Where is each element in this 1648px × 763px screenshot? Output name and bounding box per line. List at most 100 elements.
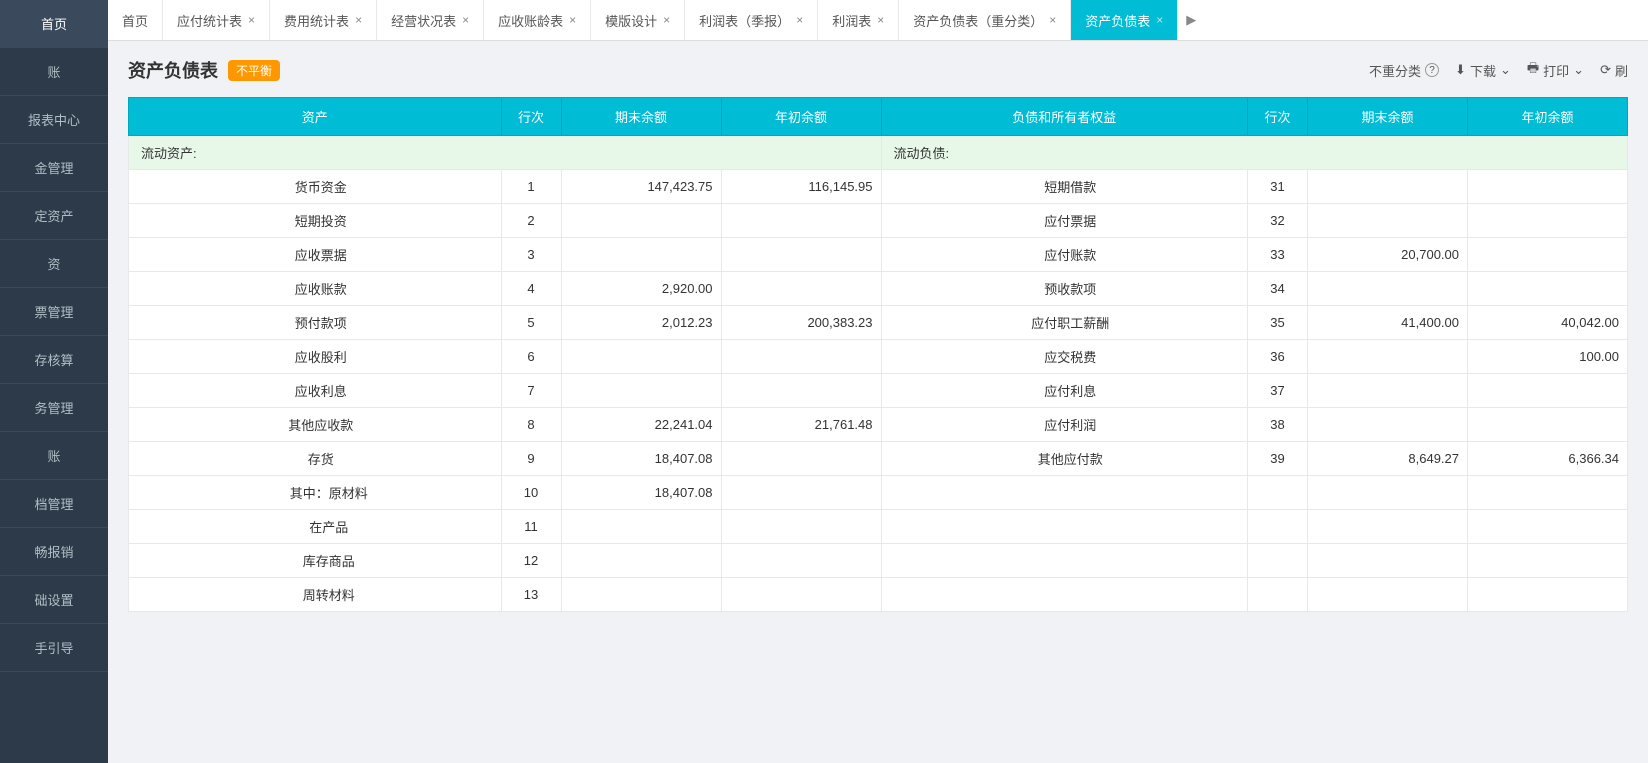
left-beginning-balance[interactable] bbox=[721, 510, 881, 544]
tab-profit-quarterly[interactable]: 利润表（季报） × bbox=[685, 0, 818, 40]
right-beginning-balance[interactable] bbox=[1468, 374, 1628, 408]
tab-receivable-aging[interactable]: 应收账龄表 × bbox=[484, 0, 591, 40]
left-ending-balance[interactable]: 18,407.08 bbox=[561, 442, 721, 476]
sidebar-item-invoice[interactable]: 票管理 bbox=[0, 288, 108, 336]
sidebar-item-expense[interactable]: 畅报销 bbox=[0, 528, 108, 576]
sidebar-item-home[interactable]: 首页 bbox=[0, 0, 108, 48]
right-beginning-balance[interactable] bbox=[1468, 272, 1628, 306]
left-ending-balance[interactable] bbox=[561, 544, 721, 578]
table-row[interactable]: 应收账款 4 2,920.00 预收款项 34 bbox=[129, 272, 1628, 306]
tab-expense-stats[interactable]: 费用统计表 × bbox=[270, 0, 377, 40]
left-ending-balance[interactable]: 147,423.75 bbox=[561, 170, 721, 204]
tab-close-payable-stats[interactable]: × bbox=[248, 13, 255, 27]
left-ending-balance[interactable] bbox=[561, 340, 721, 374]
right-beginning-balance[interactable] bbox=[1468, 238, 1628, 272]
sidebar-item-archive[interactable]: 档管理 bbox=[0, 480, 108, 528]
left-beginning-balance[interactable]: 200,383.23 bbox=[721, 306, 881, 340]
table-row[interactable]: 预付款项 5 2,012.23 200,383.23 应付职工薪酬 35 41,… bbox=[129, 306, 1628, 340]
left-ending-balance[interactable]: 2,920.00 bbox=[561, 272, 721, 306]
sidebar-item-settings[interactable]: 础设置 bbox=[0, 576, 108, 624]
sidebar-item-inventory[interactable]: 存核算 bbox=[0, 336, 108, 384]
right-ending-balance[interactable] bbox=[1308, 544, 1468, 578]
right-ending-balance[interactable] bbox=[1308, 204, 1468, 238]
sidebar-item-ledger[interactable]: 账 bbox=[0, 432, 108, 480]
sidebar-item-guide[interactable]: 手引导 bbox=[0, 624, 108, 672]
right-ending-balance[interactable] bbox=[1308, 340, 1468, 374]
tab-payable-stats[interactable]: 应付统计表 × bbox=[163, 0, 270, 40]
right-ending-balance[interactable] bbox=[1308, 170, 1468, 204]
table-row[interactable]: 周转材料 13 bbox=[129, 578, 1628, 612]
left-ending-balance[interactable] bbox=[561, 510, 721, 544]
tab-close-operations[interactable]: × bbox=[462, 13, 469, 27]
left-beginning-balance[interactable]: 116,145.95 bbox=[721, 170, 881, 204]
refresh-button[interactable]: ⟳ 刷 bbox=[1600, 61, 1628, 80]
left-beginning-balance[interactable] bbox=[721, 442, 881, 476]
right-beginning-balance[interactable]: 40,042.00 bbox=[1468, 306, 1628, 340]
tab-home[interactable]: 首页 bbox=[108, 0, 163, 40]
tab-close-profit[interactable]: × bbox=[877, 13, 884, 27]
right-ending-balance[interactable] bbox=[1308, 408, 1468, 442]
sidebar-item-account[interactable]: 账 bbox=[0, 48, 108, 96]
right-beginning-balance[interactable]: 100.00 bbox=[1468, 340, 1628, 374]
tab-balance-reclassified[interactable]: 资产负债表（重分类） × bbox=[899, 0, 1071, 40]
tab-profit[interactable]: 利润表 × bbox=[818, 0, 899, 40]
left-ending-balance[interactable] bbox=[561, 578, 721, 612]
right-ending-balance[interactable]: 41,400.00 bbox=[1308, 306, 1468, 340]
table-row[interactable]: 流动资产: 流动负债: bbox=[129, 136, 1628, 170]
table-row[interactable]: 其他应收款 8 22,241.04 21,761.48 应付利润 38 bbox=[129, 408, 1628, 442]
left-beginning-balance[interactable] bbox=[721, 544, 881, 578]
table-row[interactable]: 存货 9 18,407.08 其他应付款 39 8,649.27 6,366.3… bbox=[129, 442, 1628, 476]
table-row[interactable]: 货币资金 1 147,423.75 116,145.95 短期借款 31 bbox=[129, 170, 1628, 204]
tab-close-expense-stats[interactable]: × bbox=[355, 13, 362, 27]
left-beginning-balance[interactable] bbox=[721, 340, 881, 374]
left-beginning-balance[interactable] bbox=[721, 204, 881, 238]
sidebar-item-fixed-assets[interactable]: 定资产 bbox=[0, 192, 108, 240]
sidebar-item-capital[interactable]: 资 bbox=[0, 240, 108, 288]
table-row[interactable]: 在产品 11 bbox=[129, 510, 1628, 544]
right-ending-balance[interactable] bbox=[1308, 374, 1468, 408]
table-row[interactable]: 短期投资 2 应付票据 32 bbox=[129, 204, 1628, 238]
tab-nav-right[interactable]: ▶ bbox=[1178, 12, 1204, 28]
tab-balance[interactable]: 资产负债表 × bbox=[1071, 0, 1178, 40]
right-beginning-balance[interactable] bbox=[1468, 544, 1628, 578]
right-beginning-balance[interactable] bbox=[1468, 408, 1628, 442]
left-ending-balance[interactable]: 22,241.04 bbox=[561, 408, 721, 442]
tab-close-profit-quarterly[interactable]: × bbox=[796, 13, 803, 27]
table-row[interactable]: 库存商品 12 bbox=[129, 544, 1628, 578]
left-beginning-balance[interactable] bbox=[721, 578, 881, 612]
right-ending-balance[interactable]: 8,649.27 bbox=[1308, 442, 1468, 476]
tab-template-design[interactable]: 模版设计 × bbox=[591, 0, 685, 40]
left-beginning-balance[interactable] bbox=[721, 374, 881, 408]
left-beginning-balance[interactable]: 21,761.48 bbox=[721, 408, 881, 442]
tab-close-receivable-aging[interactable]: × bbox=[569, 13, 576, 27]
left-beginning-balance[interactable] bbox=[721, 272, 881, 306]
left-beginning-balance[interactable] bbox=[721, 238, 881, 272]
sidebar-item-tax[interactable]: 务管理 bbox=[0, 384, 108, 432]
right-ending-balance[interactable] bbox=[1308, 272, 1468, 306]
download-button[interactable]: ⬇ 下载 ⌄ bbox=[1455, 61, 1511, 80]
tab-operations[interactable]: 经营状况表 × bbox=[377, 0, 484, 40]
table-row[interactable]: 应收股利 6 应交税费 36 100.00 bbox=[129, 340, 1628, 374]
right-ending-balance[interactable] bbox=[1308, 476, 1468, 510]
table-row[interactable]: 其中：原材料 10 18,407.08 bbox=[129, 476, 1628, 510]
classify-toggle[interactable]: 不重分类 ? bbox=[1369, 61, 1439, 80]
left-ending-balance[interactable]: 18,407.08 bbox=[561, 476, 721, 510]
right-beginning-balance[interactable] bbox=[1468, 476, 1628, 510]
right-ending-balance[interactable] bbox=[1308, 578, 1468, 612]
tab-close-template-design[interactable]: × bbox=[663, 13, 670, 27]
right-ending-balance[interactable] bbox=[1308, 510, 1468, 544]
tab-close-balance-reclassified[interactable]: × bbox=[1049, 13, 1056, 27]
sidebar-item-fund[interactable]: 金管理 bbox=[0, 144, 108, 192]
right-beginning-balance[interactable] bbox=[1468, 578, 1628, 612]
tab-close-balance[interactable]: × bbox=[1156, 13, 1163, 27]
right-ending-balance[interactable]: 20,700.00 bbox=[1308, 238, 1468, 272]
right-beginning-balance[interactable] bbox=[1468, 510, 1628, 544]
right-beginning-balance[interactable]: 6,366.34 bbox=[1468, 442, 1628, 476]
sidebar-item-report-center[interactable]: 报表中心 bbox=[0, 96, 108, 144]
left-ending-balance[interactable]: 2,012.23 bbox=[561, 306, 721, 340]
table-row[interactable]: 应收利息 7 应付利息 37 bbox=[129, 374, 1628, 408]
table-row[interactable]: 应收票据 3 应付账款 33 20,700.00 bbox=[129, 238, 1628, 272]
right-beginning-balance[interactable] bbox=[1468, 204, 1628, 238]
print-button[interactable]: 🖶 打印 ⌄ bbox=[1527, 59, 1584, 81]
left-ending-balance[interactable] bbox=[561, 238, 721, 272]
